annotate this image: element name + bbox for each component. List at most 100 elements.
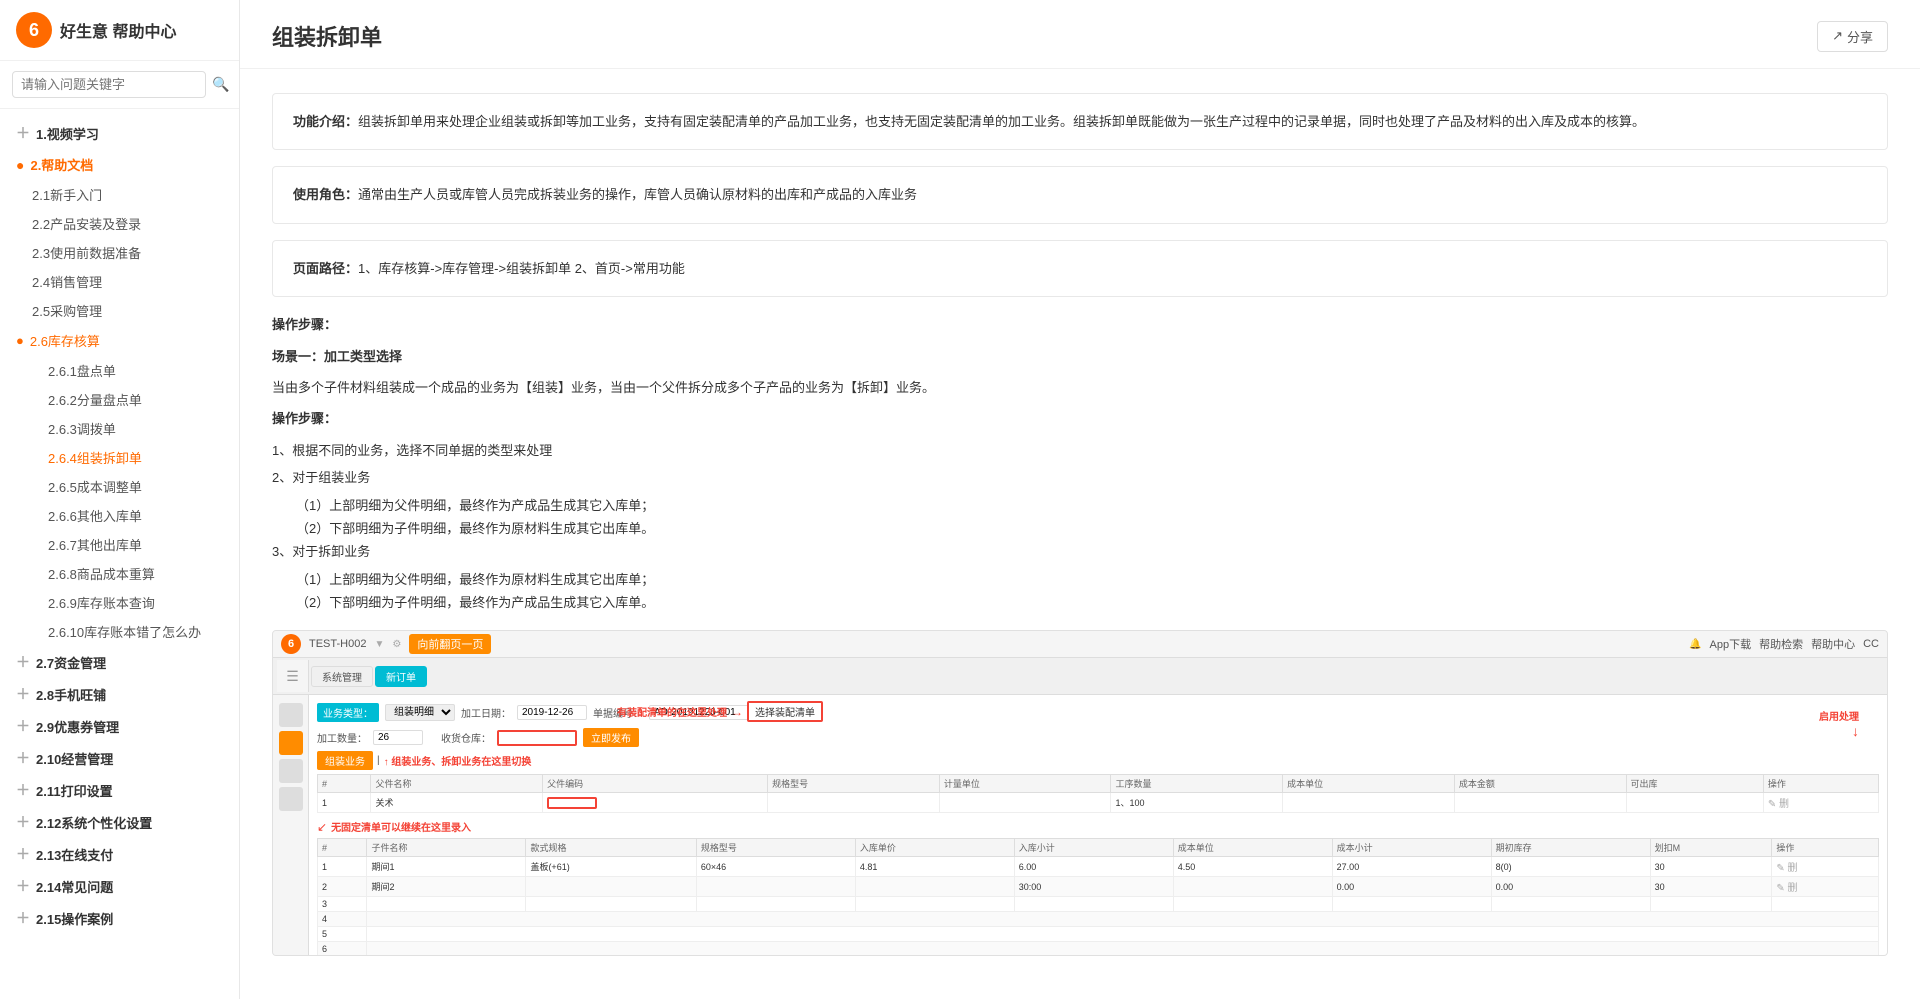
- scenario1-desc: 当由多个子件材料组装成一个成品的业务为【组装】业务，当由一个父件拆分成多个子产品…: [272, 376, 1888, 399]
- sidebar-item-print[interactable]: ＋ 2.11打印设置: [0, 774, 239, 806]
- fake-nav-btn: 向前翻页一页: [409, 634, 491, 654]
- fake-ctd-num-1: 1: [318, 857, 367, 877]
- sidebar-item-inventory-ledger[interactable]: 2.6.9库存账本查询: [0, 588, 239, 617]
- sidebar-item-inventory[interactable]: ● 2.6库存核算: [0, 325, 239, 356]
- fake-th-cost-amt: 成本金额: [1454, 775, 1626, 793]
- fake-td-name-1: 关术: [371, 793, 543, 813]
- sidebar-item-ops[interactable]: ＋ 2.10经营管理: [0, 742, 239, 774]
- sidebar-item-cost-recalc[interactable]: 2.6.8商品成本重算: [0, 559, 239, 588]
- sidebar-item-label: 2.7资金管理: [36, 653, 106, 672]
- search-input[interactable]: [12, 71, 206, 98]
- fake-ctd-op-3: [1772, 897, 1879, 912]
- fake-ctd-initstock-3: [1491, 897, 1650, 912]
- sidebar-item-faq[interactable]: ＋ 2.14常见问题: [0, 870, 239, 902]
- fake-tab-system: 系统管理: [311, 666, 373, 687]
- sidebar-item-sales[interactable]: 2.4销售管理: [0, 267, 239, 296]
- fake-switch-divider: |: [377, 755, 380, 766]
- fake-arrow-right: →: [731, 705, 743, 719]
- sidebar-item-partial-stocktake[interactable]: 2.6.2分量盘点单: [0, 385, 239, 414]
- fake-ctd-style-1: 盖板(+61): [526, 857, 696, 877]
- fake-ctd-m-1: 30: [1650, 857, 1772, 877]
- fake-system-id: TEST-H002: [309, 638, 366, 650]
- sidebar-item-customize[interactable]: ＋ 2.12系统个性化设置: [0, 806, 239, 838]
- fake-ctd-inprice-1: 4.81: [855, 857, 1014, 877]
- fake-warehouse-input[interactable]: [497, 730, 577, 746]
- sidebar-item-assembly[interactable]: 2.6.4组装拆卸单: [0, 443, 239, 472]
- expand-icon: ＋: [16, 876, 30, 896]
- sidebar-item-help-docs[interactable]: ● 2.帮助文档: [0, 149, 239, 180]
- fake-th-out: 可出库: [1626, 775, 1763, 793]
- fake-tab-orders: 新订单: [375, 666, 427, 687]
- fake-confirm-btn[interactable]: 立即发布: [583, 728, 639, 747]
- sidebar-item-coupon[interactable]: ＋ 2.9优惠券管理: [0, 710, 239, 742]
- fake-ctd-costsub-1: 27.00: [1332, 857, 1491, 877]
- sidebar-item-finance[interactable]: ＋ 2.7资金管理: [0, 646, 239, 678]
- sidebar-item-video-learning[interactable]: ＋ 1.视频学习: [0, 117, 239, 149]
- fake-orange-bar: 组装业务: [317, 751, 373, 770]
- sidebar-item-stocktake[interactable]: 2.6.1盘点单: [0, 356, 239, 385]
- fake-type-tag: 业务类型：: [317, 703, 379, 722]
- sidebar-item-mobile[interactable]: ＋ 2.8手机旺铺: [0, 678, 239, 710]
- share-button[interactable]: ↗ 分享: [1817, 21, 1888, 52]
- sidebar-item-ledger-error[interactable]: 2.6.10库存账本错了怎么办: [0, 617, 239, 646]
- step-3: 3、对于拆卸业务: [272, 540, 1888, 563]
- fake-child-table-header: # 子件名称 款式规格 规格型号 入库单价 入库小计 成本单位 成本小计 期初库…: [318, 839, 1879, 857]
- page-title: 组装拆卸单: [272, 20, 382, 52]
- fake-qty-input[interactable]: [373, 730, 423, 745]
- fake-annotation4: ↙ 无固定清单可以继续在这里录入: [317, 819, 1879, 834]
- fake-child-row-5: 5: [318, 927, 1879, 942]
- fake-td-action-1: ✎ 删: [1763, 793, 1878, 813]
- sidebar-item-cost-adjust[interactable]: 2.6.5成本调整单: [0, 472, 239, 501]
- fake-type-select[interactable]: 组装明细: [385, 704, 455, 721]
- fake-switch-row: 组装业务 | ↑ 组装业务、拆卸业务在这里切换: [317, 751, 1879, 770]
- fake-select-bom-btn: 选择装配清单: [747, 701, 823, 722]
- expand-icon: ＋: [16, 812, 30, 832]
- fake-date-label: 加工日期：: [461, 705, 511, 720]
- fake-cth-style: 款式规格: [526, 839, 696, 857]
- fake-date-input[interactable]: [517, 705, 587, 720]
- sidebar-item-install[interactable]: 2.2产品安装及登录: [0, 209, 239, 238]
- fake-system-bar: 6 TEST-H002 ▼ ⚙ 向前翻页一页 🔔 App下载 帮助检索 帮助中心…: [273, 631, 1887, 658]
- fake-child-row-1: 1 期间1 盖板(+61) 60×46 4.81 6.00 4.50 27.00…: [318, 857, 1879, 877]
- sidebar-item-other-inbound[interactable]: 2.6.6其他入库单: [0, 501, 239, 530]
- fake-user: CC: [1863, 638, 1879, 650]
- fake-ctd-num-3: 3: [318, 897, 367, 912]
- fake-ctd-costunit-2: [1173, 877, 1332, 897]
- sidebar-item-other-outbound[interactable]: 2.6.7其他出库单: [0, 530, 239, 559]
- search-icon[interactable]: 🔍: [212, 76, 229, 93]
- sidebar-item-data-prep[interactable]: 2.3使用前数据准备: [0, 238, 239, 267]
- expand-icon: ＋: [16, 748, 30, 768]
- fake-parent-table: # 父件名称 父件编码 规格型号 计量单位 工序数量 成本单位 成本金额 可出库: [317, 774, 1879, 813]
- fake-warehouse-label: 收货仓库：: [441, 730, 491, 745]
- search-box[interactable]: 🔍: [0, 61, 239, 109]
- fake-th-code: 父件编码: [543, 775, 768, 793]
- step-2-1: （1）上部明细为父件明细，最终作为产成品生成其它入库单；: [272, 494, 1888, 517]
- fake-ctd-costsub-2: 0.00: [1332, 877, 1491, 897]
- fake-th-unit: 计量单位: [939, 775, 1111, 793]
- fake-cth-spec: 规格型号: [696, 839, 855, 857]
- fake-td-spec-1: [768, 793, 940, 813]
- fake-child-row-4: 4: [318, 912, 1879, 927]
- sidebar-item-transfer[interactable]: 2.6.3调拨单: [0, 414, 239, 443]
- sidebar-item-cases[interactable]: ＋ 2.15操作案例: [0, 902, 239, 934]
- sidebar-item-payment[interactable]: ＋ 2.13在线支付: [0, 838, 239, 870]
- collapse-icon: ●: [16, 157, 24, 173]
- fake-icon-4: [279, 787, 303, 811]
- fake-td-qty-1: 1、100: [1111, 793, 1283, 813]
- fake-separator: ▼: [374, 639, 384, 650]
- sidebar-item-purchase[interactable]: 2.5采购管理: [0, 296, 239, 325]
- fake-annot3-text: ↑ 组装业务、拆卸业务在这里切换: [384, 753, 532, 768]
- fake-ctd-empty-4: [367, 912, 1879, 927]
- fake-annotation1: 有装配清单的在这里处理 → 选择装配清单: [617, 701, 823, 722]
- fake-arrow-down: ↓: [1852, 723, 1859, 739]
- fake-ctd-style-2: [526, 877, 696, 897]
- fake-ctd-insub-3: [1014, 897, 1173, 912]
- fake-child-table: # 子件名称 款式规格 规格型号 入库单价 入库小计 成本单位 成本小计 期初库…: [317, 838, 1879, 955]
- sidebar-item-newbie[interactable]: 2.1新手入门: [0, 180, 239, 209]
- fake-td-cost-unit-1: [1283, 793, 1455, 813]
- fake-annotation2: 启用处理 ↓: [1819, 708, 1859, 739]
- expand-icon: ＋: [16, 123, 30, 143]
- fake-th-name: 父件名称: [371, 775, 543, 793]
- intro-box: 功能介绍：组装拆卸单用来处理企业组装或拆卸等加工业务，支持有固定装配清单的产品加…: [272, 93, 1888, 150]
- fake-ctd-insub-1: 6.00: [1014, 857, 1173, 877]
